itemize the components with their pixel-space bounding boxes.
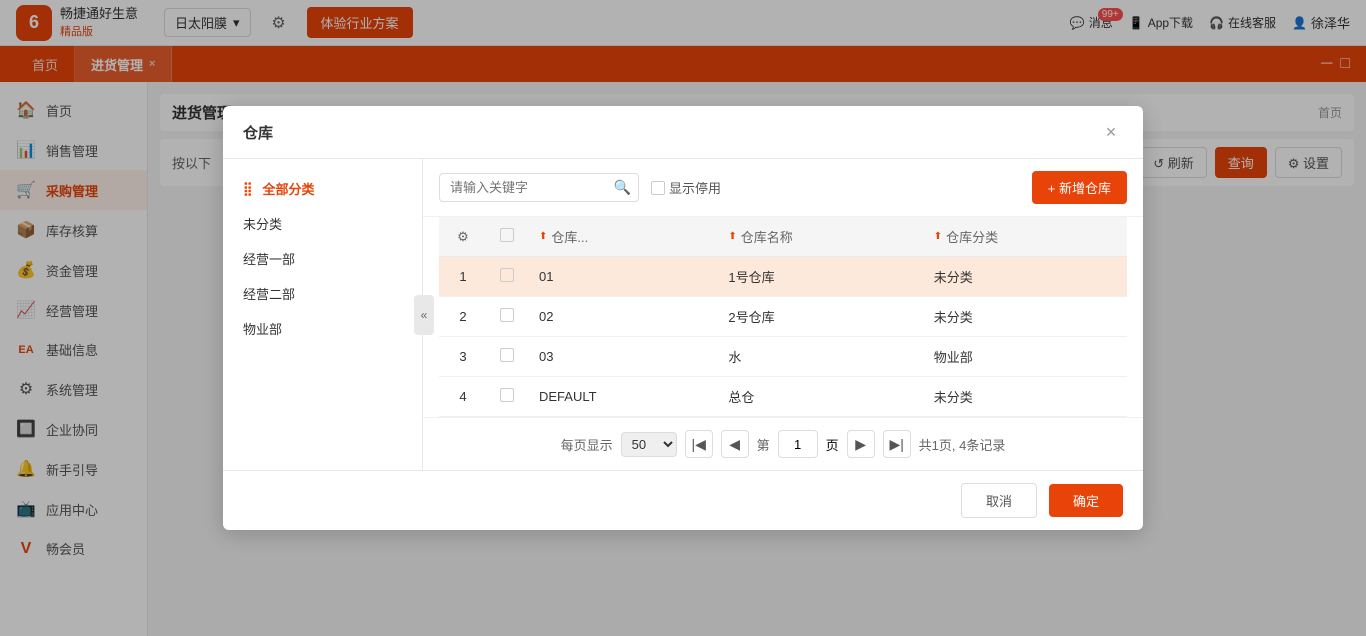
cancel-button[interactable]: 取消 xyxy=(961,483,1037,518)
page-input[interactable] xyxy=(778,430,818,458)
modal-overlay: 仓库 × ⣿ 全部分类 未分类 经营一部 经营二部 物业 xyxy=(0,0,1366,636)
sort-icon-code: ⬆ xyxy=(539,231,547,242)
th-category: ⬆ 仓库分类 xyxy=(922,217,1127,257)
search-icon[interactable]: 🔍 xyxy=(614,179,631,196)
page-last-btn[interactable]: ▶| xyxy=(883,430,911,458)
row-name: 水 xyxy=(716,337,921,377)
page-first-btn[interactable]: |◀ xyxy=(685,430,713,458)
modal-title: 仓库 xyxy=(243,122,273,143)
th-settings: ⚙ xyxy=(439,217,487,257)
page-prev-btn[interactable]: ◀ xyxy=(721,430,749,458)
warehouse-table: ⚙ ⬆ 仓库... xyxy=(439,217,1127,417)
row-name: 1号仓库 xyxy=(716,257,921,297)
warehouse-modal: 仓库 × ⣿ 全部分类 未分类 经营一部 经营二部 物业 xyxy=(223,106,1143,530)
modal-header: 仓库 × xyxy=(223,106,1143,159)
row-index: 3 xyxy=(439,337,487,377)
tree-item-unclassified[interactable]: 未分类 xyxy=(223,206,422,241)
header-checkbox[interactable] xyxy=(500,228,514,242)
row-checkbox-cell xyxy=(487,257,527,297)
tree-item-ops2-label: 经营二部 xyxy=(243,284,295,303)
row-checkbox[interactable] xyxy=(500,308,514,322)
tree-item-ops1[interactable]: 经营一部 xyxy=(223,241,422,276)
th-code-label: 仓库... xyxy=(551,227,588,246)
show-disabled-text: 显示停用 xyxy=(669,178,721,197)
th-code: ⬆ 仓库... xyxy=(527,217,716,257)
tree-item-unclassified-label: 未分类 xyxy=(243,214,282,233)
row-checkbox-cell xyxy=(487,297,527,337)
tree-panel: ⣿ 全部分类 未分类 经营一部 经营二部 物业部 « xyxy=(223,159,423,470)
modal-search-bar: 🔍 显示停用 + 新增仓库 xyxy=(423,159,1143,217)
row-category: 未分类 xyxy=(922,377,1127,417)
table-row[interactable]: 2 02 2号仓库 未分类 xyxy=(439,297,1127,337)
tree-item-property-label: 物业部 xyxy=(243,319,282,338)
row-category: 未分类 xyxy=(922,257,1127,297)
grid-icon: ⣿ xyxy=(243,181,253,197)
table-row[interactable]: 3 03 水 物业部 xyxy=(439,337,1127,377)
row-checkbox-cell xyxy=(487,377,527,417)
per-page-select[interactable]: 50 20 100 xyxy=(621,432,677,457)
search-wrap: 🔍 xyxy=(439,173,639,202)
row-checkbox[interactable] xyxy=(500,388,514,402)
tree-item-all[interactable]: ⣿ 全部分类 xyxy=(223,171,422,206)
row-index: 2 xyxy=(439,297,487,337)
row-code: 01 xyxy=(527,257,716,297)
row-checkbox-cell xyxy=(487,337,527,377)
th-checkbox xyxy=(487,217,527,257)
modal-pagination: 每页显示 50 20 100 |◀ ◀ 第 页 ▶ ▶| 共1页, 4条记录 xyxy=(423,417,1143,470)
tree-item-all-label: 全部分类 xyxy=(263,179,315,198)
modal-footer: 取消 确定 xyxy=(223,470,1143,530)
tree-collapse-btn[interactable]: « xyxy=(414,295,434,335)
row-category: 物业部 xyxy=(922,337,1127,377)
row-index: 1 xyxy=(439,257,487,297)
tree-item-ops2[interactable]: 经营二部 xyxy=(223,276,422,311)
table-body: 1 01 1号仓库 未分类 2 xyxy=(439,257,1127,417)
row-checkbox[interactable] xyxy=(500,268,514,282)
page-label: 页 xyxy=(826,435,839,454)
confirm-button[interactable]: 确定 xyxy=(1049,484,1123,517)
row-checkbox[interactable] xyxy=(500,348,514,362)
table-row[interactable]: 4 DEFAULT 总仓 未分类 xyxy=(439,377,1127,417)
row-code: 02 xyxy=(527,297,716,337)
row-code: DEFAULT xyxy=(527,377,716,417)
show-disabled-label[interactable]: 显示停用 xyxy=(651,178,721,197)
row-category: 未分类 xyxy=(922,297,1127,337)
th-name: ⬆ 仓库名称 xyxy=(716,217,921,257)
chevron-left-icon: « xyxy=(421,308,428,322)
per-page-label: 每页显示 xyxy=(561,435,613,454)
row-code: 03 xyxy=(527,337,716,377)
th-name-label: 仓库名称 xyxy=(741,227,793,246)
row-name: 总仓 xyxy=(716,377,921,417)
search-input[interactable] xyxy=(439,173,639,202)
table-row[interactable]: 1 01 1号仓库 未分类 xyxy=(439,257,1127,297)
page-next-btn[interactable]: ▶ xyxy=(847,430,875,458)
modal-table-wrap: ⚙ ⬆ 仓库... xyxy=(423,217,1143,417)
row-index: 4 xyxy=(439,377,487,417)
row-name: 2号仓库 xyxy=(716,297,921,337)
modal-body: ⣿ 全部分类 未分类 经营一部 经营二部 物业部 « xyxy=(223,159,1143,470)
table-header-row: ⚙ ⬆ 仓库... xyxy=(439,217,1127,257)
tree-item-property[interactable]: 物业部 xyxy=(223,311,422,346)
sort-icon-name: ⬆ xyxy=(728,231,736,242)
th-category-label: 仓库分类 xyxy=(946,227,998,246)
add-warehouse-btn[interactable]: + 新增仓库 xyxy=(1032,171,1127,204)
page-text: 第 xyxy=(757,435,770,454)
tree-item-ops1-label: 经营一部 xyxy=(243,249,295,268)
modal-content-right: 🔍 显示停用 + 新增仓库 ⚙ xyxy=(423,159,1143,470)
sort-icon-category: ⬆ xyxy=(934,231,942,242)
page-info: 共1页, 4条记录 xyxy=(919,435,1006,454)
modal-close-btn[interactable]: × xyxy=(1099,120,1123,144)
show-disabled-checkbox[interactable] xyxy=(651,181,665,195)
